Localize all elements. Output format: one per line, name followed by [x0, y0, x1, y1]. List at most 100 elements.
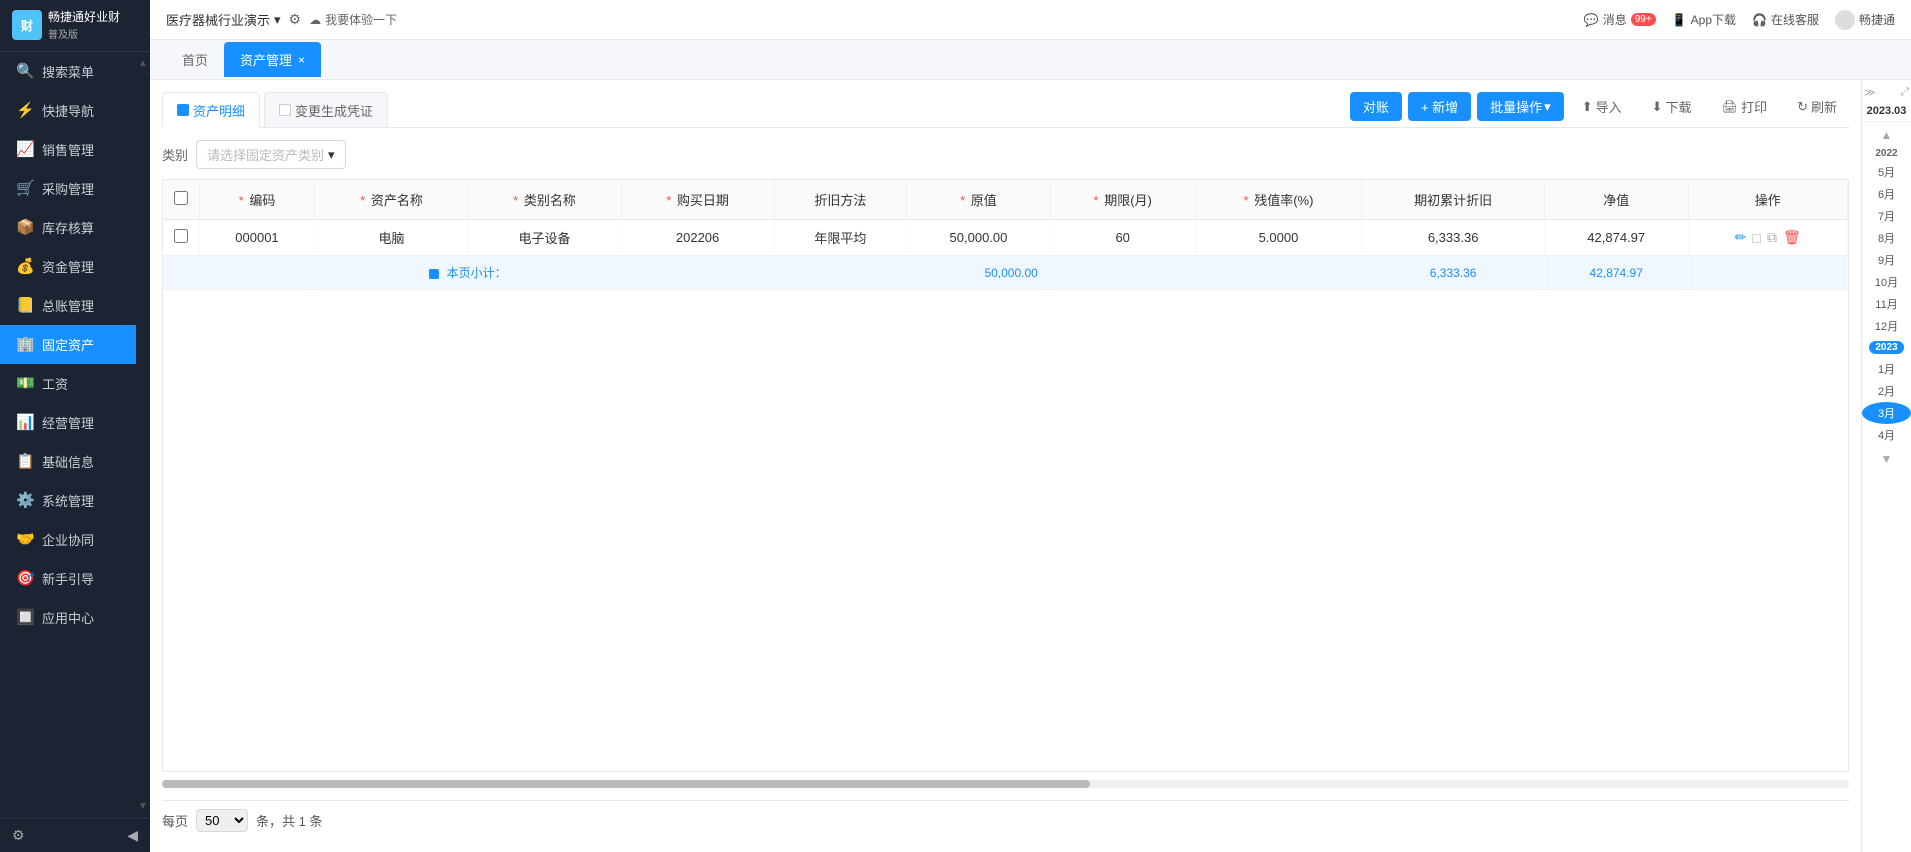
- settings-button[interactable]: ⚙: [289, 11, 302, 28]
- sidebar-item-fixed-assets[interactable]: 🏢 固定资产: [0, 325, 150, 364]
- row-original-value: 50,000.00: [907, 220, 1051, 256]
- import-button[interactable]: ⬆ 导入: [1570, 92, 1634, 121]
- table: * 编码 * 资产名称 * 类别名称: [163, 180, 1848, 290]
- edit-icon[interactable]: ✏: [1735, 229, 1747, 246]
- subtab-voucher[interactable]: 变更生成凭证: [264, 92, 388, 127]
- copy-icon[interactable]: □: [1753, 230, 1761, 246]
- month-apr[interactable]: 4月: [1862, 424, 1911, 446]
- sidebar-item-finance[interactable]: 💰 资金管理: [0, 247, 150, 286]
- panel-controls: ≫ ⤢: [1862, 84, 1911, 101]
- month-jun[interactable]: 6月: [1862, 183, 1911, 205]
- sidebar-item-system[interactable]: ⚙️ 系统管理: [0, 481, 150, 520]
- filter-placeholder: 请选择固定资产类别: [207, 145, 324, 164]
- row-checkbox[interactable]: [174, 229, 188, 243]
- horizontal-scrollbar-thumb[interactable]: [162, 780, 1090, 788]
- sidebar-item-appcenter[interactable]: 🔲 应用中心: [0, 598, 150, 637]
- sidebar-item-label: 固定资产: [42, 335, 94, 354]
- app-download-button[interactable]: 📱 App下载: [1672, 11, 1736, 28]
- finance-icon: 💰: [16, 257, 34, 275]
- month-nov[interactable]: 11月: [1862, 293, 1911, 315]
- header-original-value: * 原值: [907, 180, 1051, 220]
- delete-icon[interactable]: 🗑: [1783, 229, 1801, 246]
- sidebar-item-label: 搜索菜单: [42, 62, 94, 81]
- subtab-asset-detail-label: 资产明细: [193, 101, 245, 120]
- content-area: 资产明细 变更生成凭证 对账 + 新增 批量操作: [150, 80, 1911, 852]
- purchase-icon: 🛒: [16, 179, 34, 197]
- inventory-icon: 📦: [16, 218, 34, 236]
- company-selector[interactable]: 医疗器械行业演示 ▾: [166, 10, 281, 29]
- sidebar-item-ledger[interactable]: 📒 总账管理: [0, 286, 150, 325]
- sidebar-item-payroll[interactable]: 💵 工资: [0, 364, 150, 403]
- month-aug[interactable]: 8月: [1862, 227, 1911, 249]
- subtotal-original-value: 50,000.00: [621, 256, 1050, 290]
- sidebar-item-quicknav[interactable]: ⚡ 快捷导航: [0, 91, 150, 130]
- management-icon: 📊: [16, 413, 34, 431]
- sales-icon: 📈: [16, 140, 34, 158]
- sidebar-item-label: 销售管理: [42, 140, 94, 159]
- panel-nav-up[interactable]: ▲: [1879, 126, 1895, 144]
- tab-close-icon[interactable]: ×: [298, 53, 305, 67]
- service-icon: 🎧: [1752, 13, 1767, 27]
- tab-asset-management[interactable]: 资产管理 ×: [224, 42, 321, 77]
- year-2022-label: 2022: [1875, 148, 1897, 159]
- subtotal-cell-empty: [163, 256, 315, 290]
- more-icon[interactable]: ⧉: [1767, 229, 1777, 246]
- month-oct[interactable]: 10月: [1862, 271, 1911, 293]
- subtab-asset-detail[interactable]: 资产明细: [162, 92, 260, 128]
- sidebar-item-purchase[interactable]: 🛒 采购管理: [0, 169, 150, 208]
- month-dec[interactable]: 12月: [1862, 315, 1911, 337]
- print-label: 打印: [1741, 97, 1767, 116]
- subtab-active-icon: [177, 104, 189, 116]
- download-label: 下载: [1666, 97, 1692, 116]
- table-header-row: * 编码 * 资产名称 * 类别名称: [163, 180, 1848, 220]
- user-menu[interactable]: 畅捷通: [1835, 10, 1895, 30]
- username: 畅捷通: [1859, 11, 1895, 28]
- panel-collapse-icon[interactable]: ≫: [1864, 86, 1876, 99]
- category-filter[interactable]: 请选择固定资产类别 ▾: [196, 140, 346, 169]
- tab-home[interactable]: 首页: [166, 42, 224, 77]
- header-actions: 操作: [1688, 180, 1847, 220]
- sidebar-item-collab[interactable]: 🤝 企业协同: [0, 520, 150, 559]
- sidebar-item-guide[interactable]: 🎯 新手引导: [0, 559, 150, 598]
- guide-icon: 🎯: [16, 569, 34, 587]
- print-button[interactable]: 🖨 打印: [1710, 92, 1780, 121]
- sidebar-scroll-down[interactable]: ▼: [136, 799, 150, 814]
- per-page-select[interactable]: 50 100 200: [196, 809, 248, 832]
- month-jan[interactable]: 1月: [1862, 358, 1911, 380]
- new-button[interactable]: + 新增: [1408, 92, 1471, 121]
- sidebar-item-search[interactable]: 🔍 搜索菜单: [0, 52, 150, 91]
- month-feb[interactable]: 2月: [1862, 380, 1911, 402]
- sidebar-item-label: 新手引导: [42, 569, 94, 588]
- select-all-checkbox[interactable]: [174, 191, 188, 205]
- sidebar-item-sales[interactable]: 📈 销售管理: [0, 130, 150, 169]
- message-button[interactable]: 💬 消息 99+: [1584, 11, 1656, 28]
- settings-icon[interactable]: ⚙: [12, 827, 25, 844]
- sidebar-item-basicinfo[interactable]: 📋 基础信息: [0, 442, 150, 481]
- demo-button[interactable]: ☁ 我要体验一下: [309, 11, 397, 28]
- refresh-button[interactable]: ↻ 刷新: [1785, 92, 1849, 121]
- panel-expand-icon[interactable]: ⤢: [1900, 86, 1909, 99]
- app-download-label: App下载: [1691, 11, 1736, 28]
- month-mar-current[interactable]: 3月: [1862, 402, 1911, 424]
- sidebar-item-label: 基础信息: [42, 452, 94, 471]
- sidebar-scroll-up[interactable]: ▲: [136, 56, 150, 71]
- subtotal-label-cell: 本页小计：: [315, 256, 621, 290]
- batch-button[interactable]: 批量操作 ▾: [1477, 92, 1564, 121]
- total-count: 条，共 1 条: [256, 811, 322, 830]
- panel-nav-down[interactable]: ▼: [1879, 450, 1895, 468]
- app-logo: 财 畅捷通好业财 普及版: [0, 0, 150, 52]
- reconcile-button[interactable]: 对账: [1350, 92, 1402, 121]
- download-button[interactable]: ⬇ 下载: [1640, 92, 1704, 121]
- panel-date-label: 2023.03: [1862, 101, 1911, 122]
- collapse-icon[interactable]: ◀: [127, 827, 138, 844]
- month-sep[interactable]: 9月: [1862, 249, 1911, 271]
- sidebar-item-management[interactable]: 📊 经营管理: [0, 403, 150, 442]
- sidebar-item-inventory[interactable]: 📦 库存核算: [0, 208, 150, 247]
- month-may[interactable]: 5月: [1862, 161, 1911, 183]
- row-residual-rate: 5.0000: [1195, 220, 1362, 256]
- online-service-button[interactable]: 🎧 在线客服: [1752, 11, 1819, 28]
- horizontal-scrollbar-track[interactable]: [162, 780, 1849, 788]
- row-actions: ✏ □ ⧉ 🗑: [1688, 220, 1847, 256]
- app-edition: 普及版: [48, 26, 120, 41]
- month-jul[interactable]: 7月: [1862, 205, 1911, 227]
